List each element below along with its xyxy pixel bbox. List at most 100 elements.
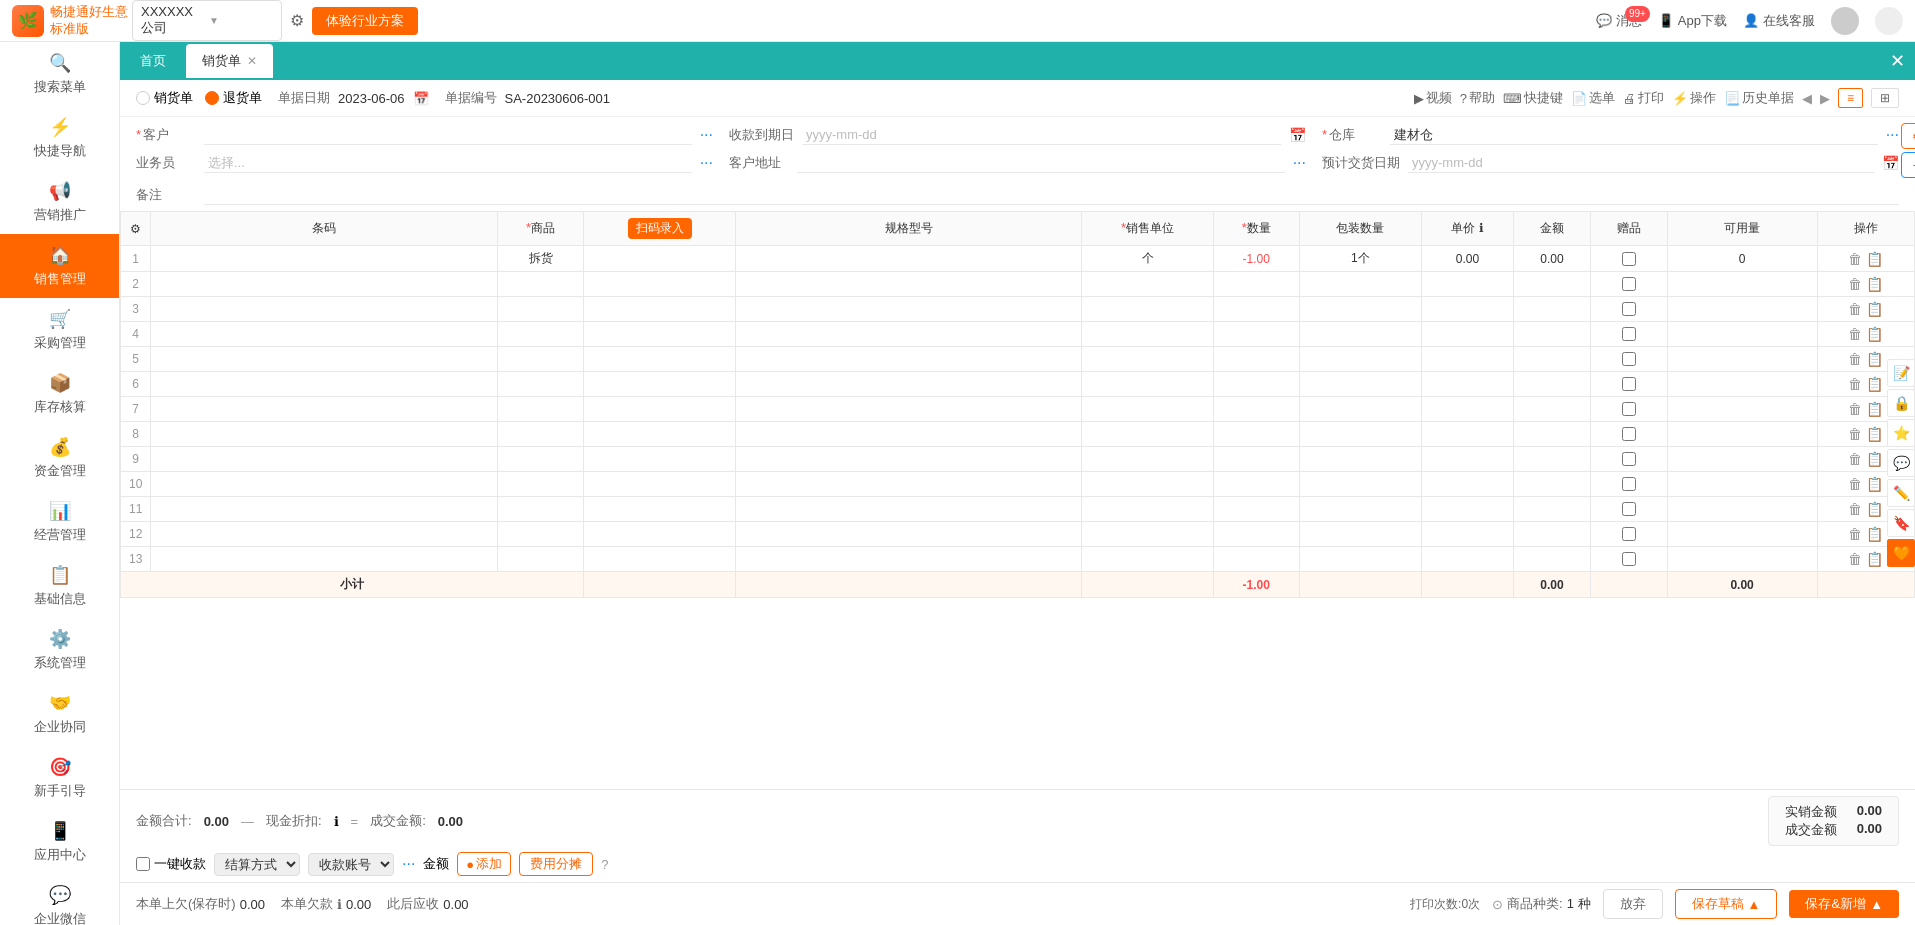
view-grid-button[interactable]: ⊞ <box>1871 88 1899 108</box>
gift-checkbox[interactable] <box>1622 427 1636 441</box>
shortcut-link[interactable]: ⌨ 快捷键 <box>1503 89 1563 107</box>
delete-row-button[interactable]: 🗑 <box>1848 401 1862 417</box>
cell-price[interactable] <box>1421 372 1513 397</box>
company-selector[interactable]: XXXXXX公司 ▼ <box>132 0 282 41</box>
sidebar-item-inventory[interactable]: 📦 库存核算 <box>0 362 119 426</box>
app-download-button[interactable]: 📱 App下载 <box>1658 12 1727 30</box>
settings-float-button[interactable]: ⚙ ⚙ 设置 <box>1901 123 1915 149</box>
cell-pkg-qty[interactable] <box>1299 397 1421 422</box>
cell-gift[interactable] <box>1590 422 1667 447</box>
add-button[interactable]: ● 添加 <box>457 852 511 876</box>
tab-active[interactable]: 销货单 ✕ <box>186 44 273 78</box>
cell-price[interactable]: 0.00 <box>1421 246 1513 272</box>
cell-spec[interactable] <box>735 372 1082 397</box>
float-star-button[interactable]: ⭐ <box>1887 419 1915 447</box>
cell-amount[interactable] <box>1514 372 1591 397</box>
gift-checkbox[interactable] <box>1622 402 1636 416</box>
cell-barcode[interactable] <box>151 547 498 572</box>
cell-product[interactable] <box>497 547 583 572</box>
float-orange-button[interactable]: 🧡 <box>1887 539 1915 567</box>
cell-amount[interactable] <box>1514 422 1591 447</box>
cell-qty[interactable] <box>1213 322 1299 347</box>
cell-gift[interactable] <box>1590 297 1667 322</box>
gift-checkbox[interactable] <box>1622 502 1636 516</box>
copy-row-button[interactable]: 📋 <box>1866 376 1883 392</box>
discard-button[interactable]: 放弃 <box>1603 889 1663 919</box>
cell-product[interactable] <box>497 347 583 372</box>
online-service-button[interactable]: 👤 在线客服 <box>1743 12 1815 30</box>
sidebar-item-system[interactable]: ⚙️ 系统管理 <box>0 618 119 682</box>
sidebar-item-purchase[interactable]: 🛒 采购管理 <box>0 298 119 362</box>
sidebar-item-basics[interactable]: 📋 基础信息 <box>0 554 119 618</box>
tab-home[interactable]: 首页 <box>120 44 186 78</box>
cell-spec[interactable] <box>735 397 1082 422</box>
radio-return-order[interactable]: 退货单 <box>205 89 262 107</box>
sidebar-item-finance[interactable]: 💰 资金管理 <box>0 426 119 490</box>
delete-row-button[interactable]: 🗑 <box>1848 301 1862 317</box>
cell-unit[interactable] <box>1082 272 1213 297</box>
cell-pkg-qty[interactable] <box>1299 472 1421 497</box>
cell-product[interactable] <box>497 397 583 422</box>
cell-gift[interactable] <box>1590 497 1667 522</box>
sidebar-item-enterprise[interactable]: 🤝 企业协同 <box>0 682 119 746</box>
cell-amount[interactable] <box>1514 547 1591 572</box>
cell-spec[interactable] <box>735 272 1082 297</box>
cell-unit[interactable] <box>1082 347 1213 372</box>
one-click-payment-input[interactable] <box>136 857 150 871</box>
sidebar-item-sales[interactable]: 🏠 销售管理 <box>0 234 119 298</box>
cell-price[interactable] <box>1421 397 1513 422</box>
gift-checkbox[interactable] <box>1622 327 1636 341</box>
customer-addr-picker-icon[interactable]: ··· <box>1293 154 1306 172</box>
cell-price[interactable] <box>1421 472 1513 497</box>
cell-gift[interactable] <box>1590 472 1667 497</box>
copy-row-button[interactable]: 📋 <box>1866 276 1883 292</box>
cell-barcode[interactable] <box>151 272 498 297</box>
avatar-secondary[interactable] <box>1875 7 1903 35</box>
sidebar-item-appstore[interactable]: 📱 应用中心 <box>0 810 119 874</box>
gift-checkbox[interactable] <box>1622 377 1636 391</box>
account-picker-icon[interactable]: ··· <box>402 855 415 873</box>
copy-row-button[interactable]: 📋 <box>1866 451 1883 467</box>
cell-pkg-qty[interactable] <box>1299 272 1421 297</box>
save-new-button[interactable]: 保存&新增 ▲ <box>1789 890 1899 918</box>
copy-row-button[interactable]: 📋 <box>1866 251 1883 267</box>
gift-checkbox[interactable] <box>1622 527 1636 541</box>
debt-info-icon[interactable]: ℹ <box>337 897 342 912</box>
gift-checkbox[interactable] <box>1622 302 1636 316</box>
help-tooltip-icon[interactable]: ? <box>601 857 608 872</box>
cell-amount[interactable] <box>1514 472 1591 497</box>
cell-amount[interactable] <box>1514 447 1591 472</box>
cell-barcode[interactable] <box>151 522 498 547</box>
copy-row-button[interactable]: 📋 <box>1866 351 1883 367</box>
expected-delivery-calendar-icon[interactable]: 📅 <box>1882 155 1899 171</box>
cell-price[interactable] <box>1421 422 1513 447</box>
cell-pkg-qty[interactable] <box>1299 322 1421 347</box>
cell-price[interactable] <box>1421 447 1513 472</box>
float-bookmark-button[interactable]: 🔖 <box>1887 509 1915 537</box>
cell-product[interactable] <box>497 472 583 497</box>
cell-qty[interactable] <box>1213 472 1299 497</box>
cell-pkg-qty[interactable] <box>1299 522 1421 547</box>
cell-product[interactable] <box>497 297 583 322</box>
cell-price[interactable] <box>1421 522 1513 547</box>
cell-unit[interactable] <box>1082 297 1213 322</box>
copy-row-button[interactable]: 📋 <box>1866 301 1883 317</box>
cell-pkg-qty[interactable] <box>1299 497 1421 522</box>
cell-gift[interactable] <box>1590 372 1667 397</box>
cell-pkg-qty[interactable] <box>1299 422 1421 447</box>
logistics-float-button[interactable]: + + 物流 <box>1901 152 1915 178</box>
cell-spec[interactable] <box>735 497 1082 522</box>
cell-price[interactable] <box>1421 322 1513 347</box>
cell-price[interactable] <box>1421 497 1513 522</box>
receipt-date-calendar-icon[interactable]: 📅 <box>1289 127 1306 143</box>
cell-unit[interactable]: 个 <box>1082 246 1213 272</box>
cell-barcode[interactable] <box>151 322 498 347</box>
cell-barcode[interactable] <box>151 297 498 322</box>
sales-rep-picker-icon[interactable]: ··· <box>700 154 713 172</box>
sales-rep-input[interactable] <box>204 153 692 173</box>
cell-qty[interactable] <box>1213 272 1299 297</box>
copy-row-button[interactable]: 📋 <box>1866 501 1883 517</box>
delete-row-button[interactable]: 🗑 <box>1848 326 1862 342</box>
cell-product[interactable]: 拆货 <box>497 246 583 272</box>
cell-spec[interactable] <box>735 547 1082 572</box>
